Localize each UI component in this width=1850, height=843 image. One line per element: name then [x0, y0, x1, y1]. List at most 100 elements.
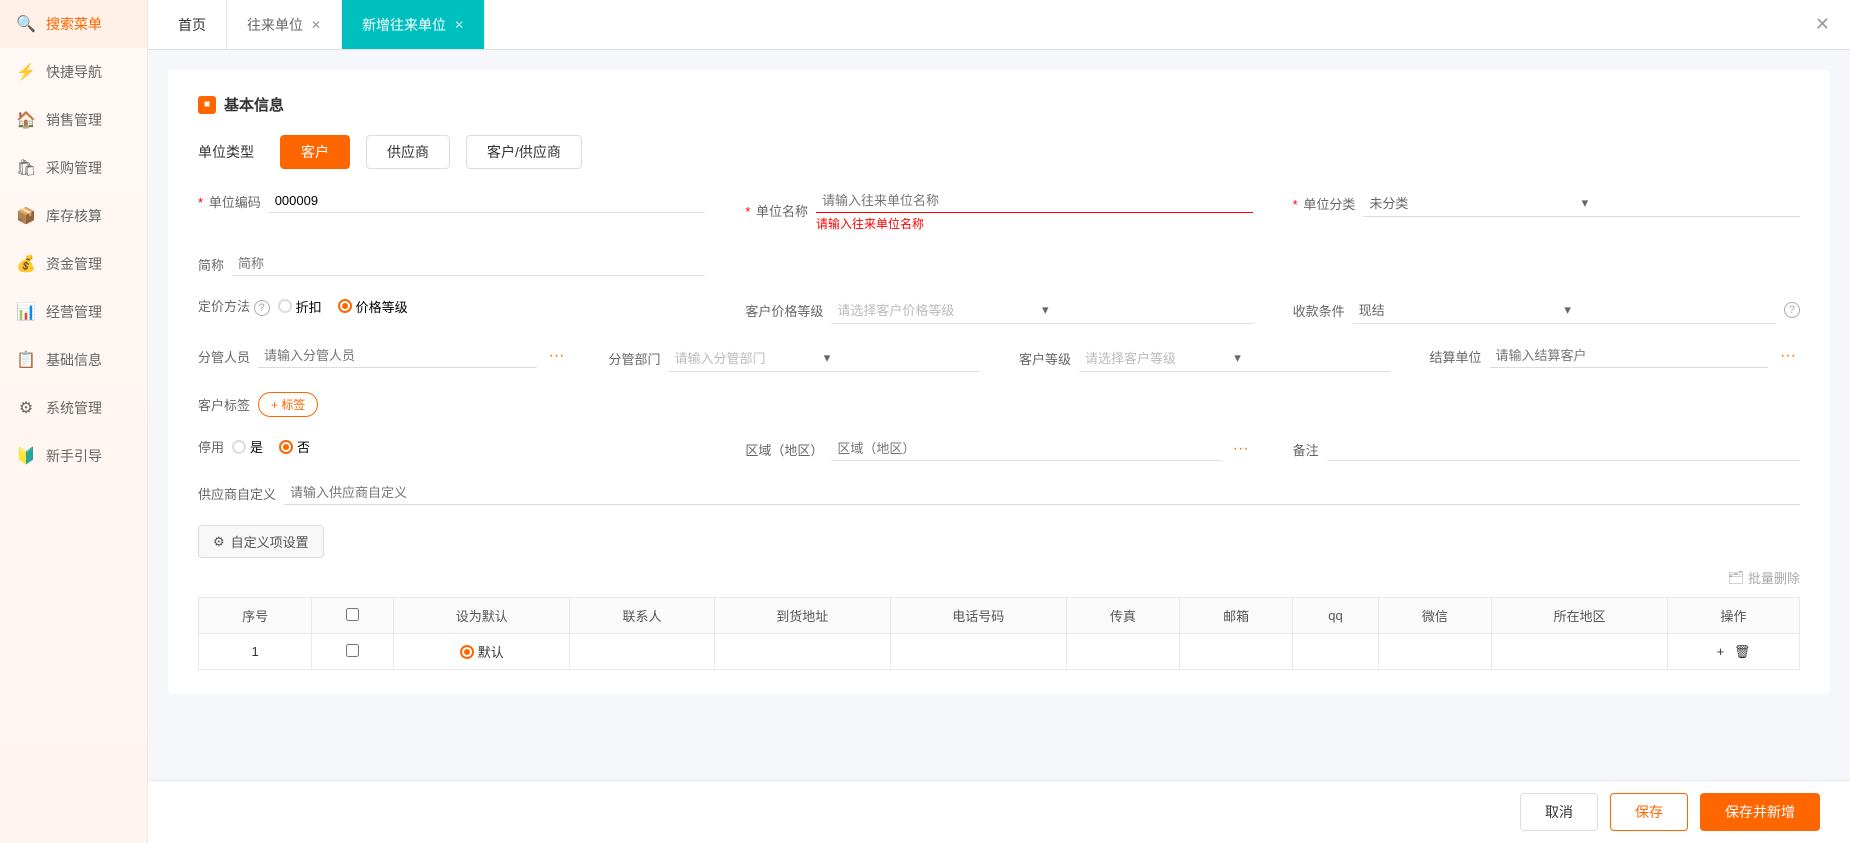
chart-icon: 📊	[16, 302, 36, 322]
chevron-dept-icon: ▾	[824, 350, 973, 366]
section-header: ■ 基本信息	[198, 94, 1800, 115]
cancel-button[interactable]: 取消	[1520, 793, 1598, 831]
close-new-counterparty-tab[interactable]: ✕	[454, 18, 464, 32]
row-checkbox[interactable]	[346, 644, 359, 657]
manager-input[interactable]	[258, 344, 537, 368]
cell-wechat	[1378, 634, 1491, 670]
region-input[interactable]	[831, 437, 1220, 461]
manager-more-btn[interactable]: ···	[545, 347, 569, 365]
radio-yes[interactable]: 是	[232, 437, 263, 456]
save-button[interactable]: 保存	[1610, 793, 1688, 831]
tab-new-counterparty[interactable]: 新增往来单位 ✕	[342, 0, 485, 49]
sidebar-item-operations[interactable]: 📊 经营管理	[0, 288, 147, 336]
footer: 取消 保存 保存并新增	[148, 780, 1850, 843]
close-counterparty-tab[interactable]: ✕	[311, 18, 321, 32]
settlement-input[interactable]	[1490, 344, 1769, 368]
cell-default: 默认	[394, 634, 570, 670]
col-action: 操作	[1668, 598, 1800, 634]
customer-price-select[interactable]: 请选择客户价格等级 ▾	[831, 296, 1252, 324]
sidebar-item-search[interactable]: 🔍 搜索菜单	[0, 0, 147, 48]
search-icon: 🔍	[16, 14, 36, 34]
col-qq: qq	[1293, 598, 1378, 634]
default-radio[interactable]: 默认	[404, 642, 559, 661]
radio-price-level[interactable]: 价格等级	[338, 297, 408, 316]
col-fax: 传真	[1066, 598, 1179, 634]
chevron-level-icon: ▾	[1234, 350, 1383, 366]
form-row-1: * 单位编码 * 单位名称 请输入往来单位名称	[198, 189, 1800, 232]
customer-level-select[interactable]: 请选择客户等级 ▾	[1079, 344, 1389, 372]
cell-check	[312, 634, 394, 670]
region-more-btn[interactable]: ···	[1229, 440, 1253, 458]
disable-radio-group: 是 否	[232, 437, 310, 456]
tabbar: 首页 往来单位 ✕ 新增往来单位 ✕ ✕	[148, 0, 1850, 50]
unit-code-input[interactable]	[269, 189, 706, 213]
select-all-checkbox[interactable]	[346, 608, 359, 621]
sidebar-item-quick-nav[interactable]: ⚡ 快捷导航	[0, 48, 147, 96]
payment-select[interactable]: 现结 ▾	[1353, 296, 1776, 324]
add-tag-btn[interactable]: + 标签	[258, 392, 318, 417]
region-label: 区域（地区）	[745, 440, 823, 459]
sidebar-item-sales[interactable]: 🏠 销售管理	[0, 96, 147, 144]
batch-delete-btn[interactable]: 🗂 批量删除	[198, 568, 1800, 587]
radio-no[interactable]: 否	[279, 437, 310, 456]
type-btn-supplier[interactable]: 供应商	[366, 135, 450, 169]
manager-label: 分管人员	[198, 347, 250, 366]
unit-code-label: * 单位编码	[198, 192, 261, 211]
pricing-help-icon[interactable]: ?	[254, 300, 270, 316]
col-region: 所在地区	[1492, 598, 1668, 634]
close-all-tabs[interactable]: ✕	[1805, 14, 1840, 35]
payment-help-icon[interactable]: ?	[1784, 302, 1800, 318]
gear-icon: ⚙	[16, 398, 36, 418]
disable-field: 停用 是 否	[198, 437, 705, 456]
disable-label: 停用	[198, 437, 224, 456]
cell-region	[1492, 634, 1668, 670]
unit-code-field: * 单位编码	[198, 189, 705, 213]
save-new-button[interactable]: 保存并新增	[1700, 793, 1820, 831]
dept-select[interactable]: 请输入分管部门 ▾	[669, 344, 979, 372]
col-check	[312, 598, 394, 634]
form-row-5: 客户标签 + 标签	[198, 392, 1800, 417]
settlement-more-btn[interactable]: ···	[1776, 347, 1800, 365]
cell-email	[1180, 634, 1293, 670]
abbr-input[interactable]	[232, 252, 705, 276]
unit-name-field: * 单位名称 请输入往来单位名称	[745, 189, 1252, 232]
unit-category-select[interactable]: 未分类 ▾	[1363, 189, 1800, 217]
guide-icon: 🔰	[16, 446, 36, 466]
tab-counterparty[interactable]: 往来单位 ✕	[227, 0, 342, 49]
supplier-custom-label: 供应商自定义	[198, 484, 276, 503]
section-icon: ■	[198, 96, 216, 114]
supplier-custom-field: 供应商自定义	[198, 481, 1800, 505]
cell-action: + 🗑	[1668, 634, 1800, 670]
table-header-row: 序号 设为默认 联系人 到货地址 电话号码 传真 邮箱 qq 微信 所在地区	[199, 598, 1800, 634]
type-btn-customer[interactable]: 客户	[280, 135, 350, 169]
manager-field: 分管人员 ···	[198, 344, 569, 368]
unit-name-wrap: 请输入往来单位名称	[816, 189, 1253, 232]
customer-price-label: 客户价格等级	[745, 301, 823, 320]
tags-label: 客户标签	[198, 395, 250, 414]
tab-home[interactable]: 首页	[158, 0, 227, 49]
sidebar-item-basic[interactable]: 📋 基础信息	[0, 336, 147, 384]
remark-field: 备注	[1293, 437, 1800, 461]
payment-label: 收款条件	[1293, 301, 1345, 320]
form-row-3: 定价方法 ? 折扣 价格等级 客户	[198, 296, 1800, 324]
unit-type-label: 单位类型	[198, 142, 254, 162]
col-wechat: 微信	[1378, 598, 1491, 634]
sidebar-item-purchase[interactable]: 🛍 采购管理	[0, 144, 147, 192]
chevron-price-icon: ▾	[1042, 302, 1247, 318]
remark-input[interactable]	[1327, 437, 1800, 461]
sidebar-item-inventory[interactable]: 📦 库存核算	[0, 192, 147, 240]
unit-name-input[interactable]	[816, 189, 1253, 213]
sidebar-item-guide[interactable]: 🔰 新手引导	[0, 432, 147, 480]
unit-category-label: * 单位分类	[1293, 194, 1356, 213]
add-row-btn[interactable]: +	[1717, 644, 1725, 659]
sidebar-item-system[interactable]: ⚙ 系统管理	[0, 384, 147, 432]
type-btn-both[interactable]: 客户/供应商	[466, 135, 582, 169]
radio-discount[interactable]: 折扣	[278, 297, 322, 316]
supplier-custom-input[interactable]	[284, 481, 1800, 505]
delete-row-btn[interactable]: 🗑	[1734, 644, 1751, 659]
customer-level-label: 客户等级	[1019, 349, 1071, 368]
pricing-radio-group: 折扣 价格等级	[278, 297, 408, 316]
contacts-table: 序号 设为默认 联系人 到货地址 电话号码 传真 邮箱 qq 微信 所在地区	[198, 597, 1800, 670]
custom-setting-btn[interactable]: ⚙ 自定义项设置	[198, 525, 324, 558]
sidebar-item-finance[interactable]: 💰 资金管理	[0, 240, 147, 288]
